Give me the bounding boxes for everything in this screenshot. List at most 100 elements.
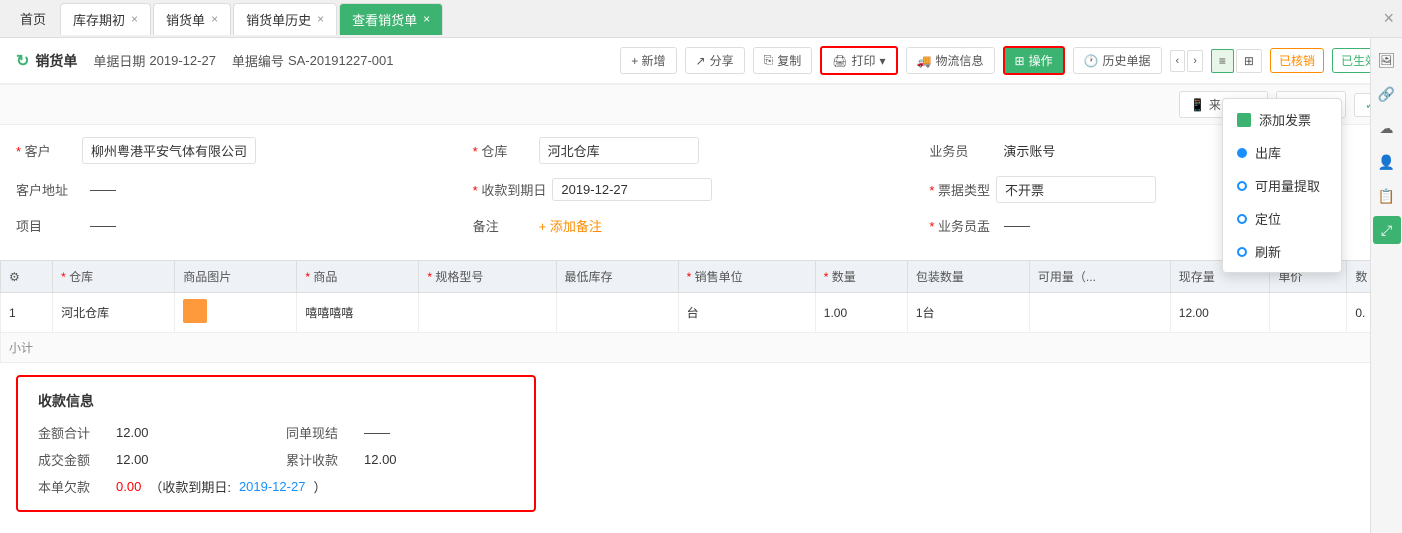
warehouse-value[interactable]: 河北仓库: [539, 137, 699, 164]
project-label: 项目: [16, 216, 76, 235]
payment-section: 收款信息 金额合计 12.00 同单现结 —— 成交金额 12.00 累计收款 …: [16, 375, 536, 512]
remark-label: 备注: [473, 216, 533, 235]
sidebar-image-icon[interactable]: 🖼: [1373, 46, 1401, 74]
doc-header: ↻ 销货单 单据日期 2019-12-27 单据编号 SA-20191227-0…: [0, 38, 1402, 84]
copy-button[interactable]: ⎘ 复制: [753, 47, 813, 74]
locate-icon: [1237, 214, 1247, 224]
same-order-value: ——: [364, 425, 390, 440]
dropdown-add-invoice[interactable]: 添加发票: [1223, 103, 1341, 136]
outbound-icon: [1237, 148, 1247, 158]
payment-same-order: 同单现结 ——: [286, 423, 514, 442]
next-button[interactable]: ›: [1187, 50, 1203, 72]
status-sold-button[interactable]: 已核销: [1270, 48, 1324, 73]
project-value: ——: [82, 215, 242, 236]
tab-sales-close[interactable]: ×: [211, 12, 218, 26]
share-icon: ↗: [696, 54, 706, 68]
history-button[interactable]: 🕐 历史单据: [1073, 47, 1162, 74]
tab-inventory-close[interactable]: ×: [131, 12, 138, 26]
address-label: 客户地址: [16, 180, 76, 199]
product-image: [183, 299, 207, 323]
view-grid-button[interactable]: ⊞: [1236, 49, 1262, 73]
available-qty-icon: [1237, 181, 1247, 191]
sidebar-user-icon[interactable]: 👤: [1373, 148, 1401, 176]
operations-button[interactable]: ⊞ 操作: [1003, 46, 1065, 75]
print-icon: 🖨: [832, 54, 847, 68]
refresh-label: 刷新: [1255, 242, 1281, 261]
doc-date-label: 单据日期 2019-12-27: [93, 51, 216, 70]
remark-field: 备注 + 添加备注: [473, 216, 930, 235]
customer-label: 客户: [16, 141, 76, 160]
tab-sales-history-label: 销货单历史: [246, 10, 311, 29]
cell-spec: [419, 293, 556, 333]
operations-icon: ⊞: [1015, 54, 1025, 68]
prev-button[interactable]: ‹: [1170, 50, 1186, 72]
locate-label: 定位: [1255, 209, 1281, 228]
payment-date-value[interactable]: 2019-12-27: [552, 178, 712, 201]
share-button[interactable]: ↗ 分享: [685, 47, 745, 74]
product-table-container: ⚙ * 仓库 商品图片 * 商品 * 规格型号 最低库存 * 销售单位 * 数量…: [0, 260, 1402, 363]
print-button[interactable]: 🖨 打印 ▾: [820, 46, 897, 75]
dropdown-refresh[interactable]: 刷新: [1223, 235, 1341, 268]
cell-stock: 12.00: [1170, 293, 1270, 333]
window-close-button[interactable]: ×: [1383, 8, 1394, 29]
right-sidebar: 🖼 🔗 ☁ 👤 📋 ⤢: [1370, 38, 1402, 533]
payment-due-row: 本单欠款 0.00 （收款到期日: 2019-12-27 ）: [38, 477, 514, 496]
add-invoice-icon: [1237, 113, 1251, 127]
doc-meta: 单据日期 2019-12-27 单据编号 SA-20191227-001: [93, 51, 393, 70]
current-due-label: 本单欠款: [38, 477, 108, 496]
dropdown-available-qty[interactable]: 可用量提取: [1223, 169, 1341, 202]
payment-cumulative: 累计收款 12.00: [286, 450, 514, 469]
table-header-row: ⚙ * 仓库 商品图片 * 商品 * 规格型号 最低库存 * 销售单位 * 数量…: [1, 261, 1402, 293]
view-list-button[interactable]: ≡: [1211, 49, 1234, 73]
form-row-1: 客户 柳州粤港平安气体有限公司 仓库 河北仓库 业务员 演示账号: [16, 137, 1386, 164]
staff-label: 业务员: [929, 141, 989, 160]
col-pack-qty: 包装数量: [907, 261, 1029, 293]
toolbar-row: 📱 来自手机 未开票 ✓: [0, 84, 1402, 125]
tab-inventory[interactable]: 库存期初 ×: [60, 3, 151, 35]
doc-icon: ↻: [16, 51, 29, 71]
view-toggle: ≡ ⊞: [1211, 49, 1262, 73]
sidebar-expand-icon[interactable]: ⤢: [1373, 216, 1401, 244]
cumulative-label: 累计收款: [286, 450, 356, 469]
product-table: ⚙ * 仓库 商品图片 * 商品 * 规格型号 最低库存 * 销售单位 * 数量…: [0, 260, 1402, 363]
subtotal-row: 小计: [1, 333, 1402, 363]
payment-grid: 金额合计 12.00 同单现结 —— 成交金额 12.00 累计收款 12.00: [38, 423, 514, 496]
cell-sales-unit: 台: [678, 293, 815, 333]
customer-value[interactable]: 柳州粤港平安气体有限公司: [82, 137, 256, 164]
tab-home[interactable]: 首页: [8, 3, 58, 35]
current-due-value: 0.00: [116, 479, 141, 494]
sidebar-cloud-icon[interactable]: ☁: [1373, 114, 1401, 142]
cell-unit-price: [1270, 293, 1347, 333]
tab-sales-history[interactable]: 销货单历史 ×: [233, 3, 337, 35]
tab-check-sales-close[interactable]: ×: [423, 12, 430, 26]
main-content: ↻ 销货单 单据日期 2019-12-27 单据编号 SA-20191227-0…: [0, 38, 1402, 533]
col-min-stock: 最低库存: [556, 261, 678, 293]
col-available: 可用量（...: [1029, 261, 1170, 293]
new-button[interactable]: + 新增: [620, 47, 676, 74]
cumulative-value: 12.00: [364, 452, 397, 467]
refresh-icon: [1237, 247, 1247, 257]
ticket-type-value[interactable]: 不开票: [996, 176, 1156, 203]
add-remark-button[interactable]: + 添加备注: [539, 216, 602, 235]
print-dropdown-arrow: ▾: [880, 54, 886, 68]
dropdown-locate[interactable]: 定位: [1223, 202, 1341, 235]
sidebar-clipboard-icon[interactable]: 📋: [1373, 182, 1401, 210]
subtotal-label: 小计: [1, 333, 1402, 363]
copy-icon: ⎘: [764, 53, 774, 68]
tab-home-label: 首页: [20, 9, 46, 28]
doc-number-label: 单据编号 SA-20191227-001: [232, 51, 394, 70]
col-warehouse: * 仓库: [53, 261, 175, 293]
total-amount-label: 金额合计: [38, 423, 108, 442]
form-row-3: 项目 —— 备注 + 添加备注 业务员盂 ——: [16, 215, 1386, 236]
tab-check-sales[interactable]: 查看销货单 ×: [339, 3, 443, 35]
sidebar-link-icon[interactable]: 🔗: [1373, 80, 1401, 108]
col-settings[interactable]: ⚙: [1, 261, 53, 293]
add-invoice-label: 添加发票: [1259, 110, 1311, 129]
tab-sales[interactable]: 销货单 ×: [153, 3, 231, 35]
tab-sales-history-close[interactable]: ×: [317, 12, 324, 26]
logistics-button[interactable]: 🚚 物流信息: [906, 47, 995, 74]
dropdown-outbound[interactable]: 出库: [1223, 136, 1341, 169]
transaction-label: 成交金额: [38, 450, 108, 469]
warehouse-label: 仓库: [473, 141, 533, 160]
truck-icon: 🚚: [917, 54, 932, 68]
